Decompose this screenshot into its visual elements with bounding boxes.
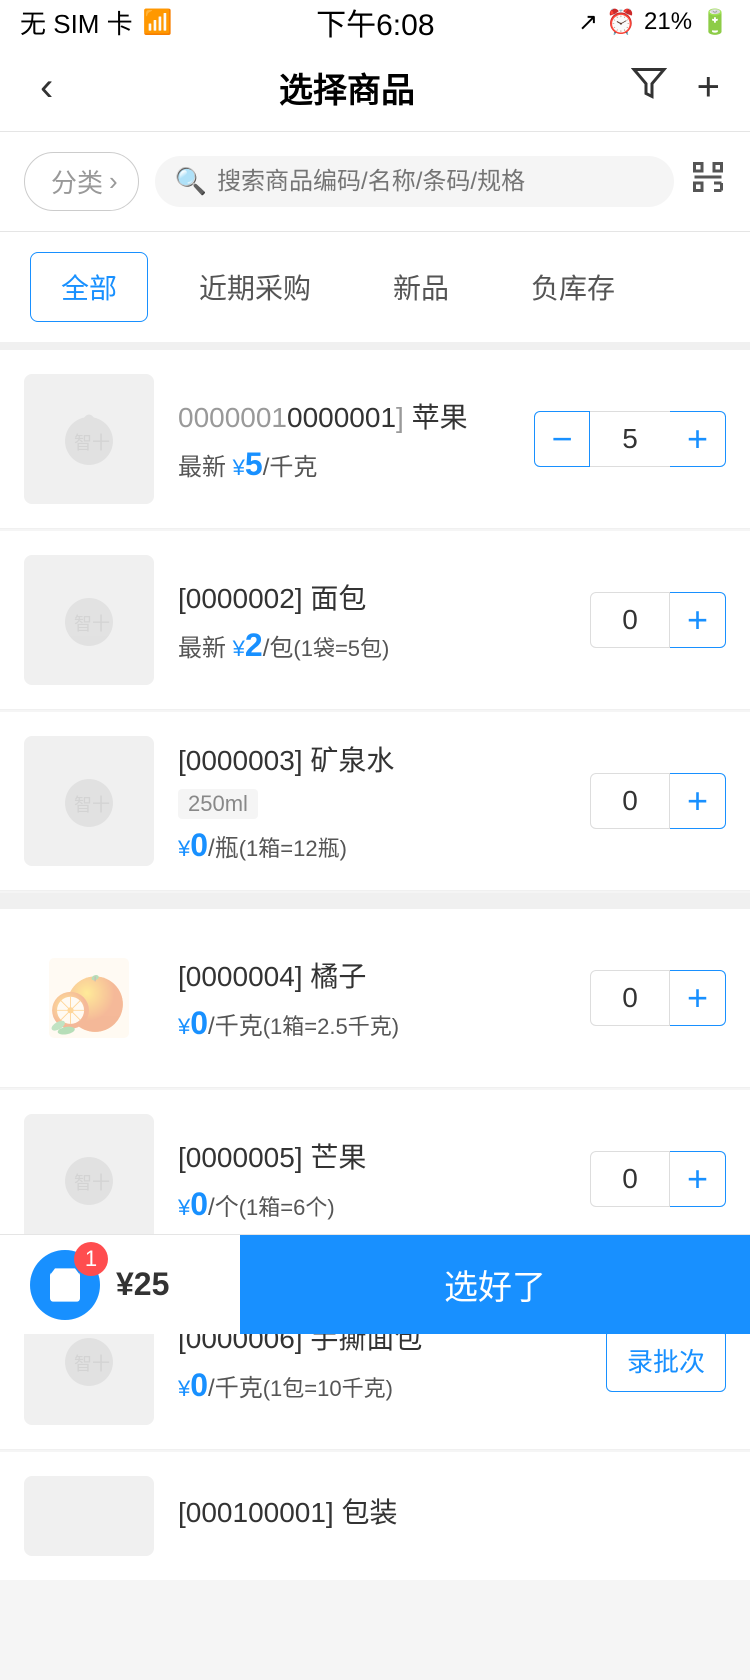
tab-all[interactable]: 全部: [30, 252, 148, 322]
svg-text:智十: 智十: [74, 614, 110, 634]
product-info: [0000003] 矿泉水 250ml ¥0/瓶(1箱=12瓶): [178, 739, 590, 864]
cart-badge: 1: [74, 1242, 108, 1276]
nav-actions: +: [631, 65, 720, 110]
quantity-decrease-button[interactable]: −: [534, 411, 590, 467]
product-info: 00000010000001] 苹果 最新 ¥5/千克: [178, 396, 518, 483]
product-name: 00000010000001] 苹果: [178, 396, 518, 436]
search-bar: 🔍: [155, 156, 674, 207]
product-price: 最新 ¥2/包(1袋=5包): [178, 627, 590, 664]
nav-bar: ‹ 选择商品 +: [0, 44, 750, 132]
add-button[interactable]: +: [697, 65, 720, 110]
product-thumbnail: 智十: [24, 1114, 154, 1244]
product-name: [0000004] 橘子: [178, 955, 590, 995]
product-info: [0000002] 面包 最新 ¥2/包(1袋=5包): [178, 577, 590, 664]
product-name: [000100001] 包装: [178, 1491, 726, 1531]
filter-icon[interactable]: [631, 65, 667, 110]
category-filter-button[interactable]: 分类 ›: [24, 152, 139, 211]
product-price: ¥0/千克(1箱=2.5千克): [178, 1005, 590, 1042]
battery-icon: 🔋: [700, 8, 730, 37]
section-divider: [0, 893, 750, 909]
quantity-input[interactable]: [590, 592, 670, 648]
bottom-spacer: [0, 1580, 750, 1680]
category-arrow: ›: [109, 166, 118, 197]
search-icon: 🔍: [175, 166, 207, 197]
alarm-icon: ⏰: [606, 8, 636, 37]
product-thumbnail: 智十: [24, 736, 154, 866]
svg-text:智十: 智十: [74, 1173, 110, 1193]
quantity-increase-button[interactable]: +: [670, 1151, 726, 1207]
quantity-increase-button[interactable]: +: [670, 773, 726, 829]
product-thumbnail: 智十: [24, 374, 154, 504]
product-list: 智十 00000010000001] 苹果 最新 ¥5/千克 − + 智十: [0, 350, 750, 1680]
product-name: [0000003] 矿泉水: [178, 739, 590, 779]
tab-new-products[interactable]: 新品: [362, 252, 480, 322]
quantity-control: +: [590, 773, 726, 829]
location-icon: ↗: [578, 8, 598, 37]
quantity-control: +: [590, 592, 726, 648]
list-item: [0000004] 橘子 ¥0/千克(1箱=2.5千克) +: [0, 909, 750, 1088]
product-thumbnail: 智十: [24, 555, 154, 685]
status-time: 下午6:08: [316, 0, 434, 44]
product-name: [0000002] 面包: [178, 577, 590, 617]
cart-section: 1 ¥25: [0, 1250, 240, 1320]
svg-text:智十: 智十: [74, 1354, 110, 1374]
search-input[interactable]: [217, 168, 654, 196]
back-button[interactable]: ‹: [30, 55, 63, 120]
quantity-input[interactable]: [590, 773, 670, 829]
scan-icon[interactable]: [690, 159, 726, 204]
product-thumbnail: [24, 1476, 154, 1556]
product-price: ¥0/个(1箱=6个): [178, 1186, 590, 1223]
category-label: 分类: [51, 163, 103, 200]
status-right: ↗ ⏰ 21% 🔋: [578, 8, 730, 37]
quantity-increase-button[interactable]: +: [670, 970, 726, 1026]
list-item: 智十 [0000002] 面包 最新 ¥2/包(1袋=5包) +: [0, 531, 750, 710]
product-spec: 250ml: [178, 789, 258, 819]
svg-text:智十: 智十: [74, 433, 110, 453]
quantity-increase-button[interactable]: +: [670, 592, 726, 648]
quantity-control: − +: [534, 411, 726, 467]
product-info: [0000005] 芒果 ¥0/个(1箱=6个): [178, 1136, 590, 1223]
status-left: 无 SIM 卡 📶: [20, 4, 173, 41]
list-item: 智十 [0000003] 矿泉水 250ml ¥0/瓶(1箱=12瓶) +: [0, 712, 750, 891]
status-bar: 无 SIM 卡 📶 下午6:08 ↗ ⏰ 21% 🔋: [0, 0, 750, 44]
cart-total: ¥25: [116, 1266, 169, 1303]
bottom-bar: 1 ¥25 选好了: [0, 1234, 750, 1334]
product-name: [0000005] 芒果: [178, 1136, 590, 1176]
tabs-row: 全部 近期采购 新品 负库存: [0, 232, 750, 350]
batch-record-button[interactable]: 录批次: [606, 1329, 726, 1392]
product-info: [0000004] 橘子 ¥0/千克(1箱=2.5千克): [178, 955, 590, 1042]
quantity-input[interactable]: [590, 970, 670, 1026]
list-item: 智十 00000010000001] 苹果 最新 ¥5/千克 − +: [0, 350, 750, 529]
cart-icon-button[interactable]: 1: [30, 1250, 100, 1320]
confirm-button[interactable]: 选好了: [240, 1235, 750, 1334]
product-info: [000100001] 包装: [178, 1491, 726, 1541]
quantity-increase-button[interactable]: +: [670, 411, 726, 467]
wifi-icon: 📶: [143, 8, 173, 37]
product-price: 最新 ¥5/千克: [178, 446, 518, 483]
product-thumbnail: [24, 933, 154, 1063]
page-title: 选择商品: [279, 63, 415, 112]
tab-recent-purchase[interactable]: 近期采购: [168, 252, 342, 322]
filter-row: 分类 › 🔍: [0, 132, 750, 232]
battery-text: 21%: [644, 8, 692, 36]
quantity-input[interactable]: [590, 1151, 670, 1207]
quantity-control: +: [590, 970, 726, 1026]
carrier-text: 无 SIM 卡: [20, 4, 133, 41]
product-price: ¥0/瓶(1箱=12瓶): [178, 827, 590, 864]
list-item: [000100001] 包装: [0, 1452, 750, 1580]
svg-text:智十: 智十: [74, 795, 110, 815]
quantity-input[interactable]: [590, 411, 670, 467]
product-price: ¥0/千克(1包=10千克): [178, 1367, 606, 1404]
tab-negative-stock[interactable]: 负库存: [500, 252, 646, 322]
quantity-control: +: [590, 1151, 726, 1207]
